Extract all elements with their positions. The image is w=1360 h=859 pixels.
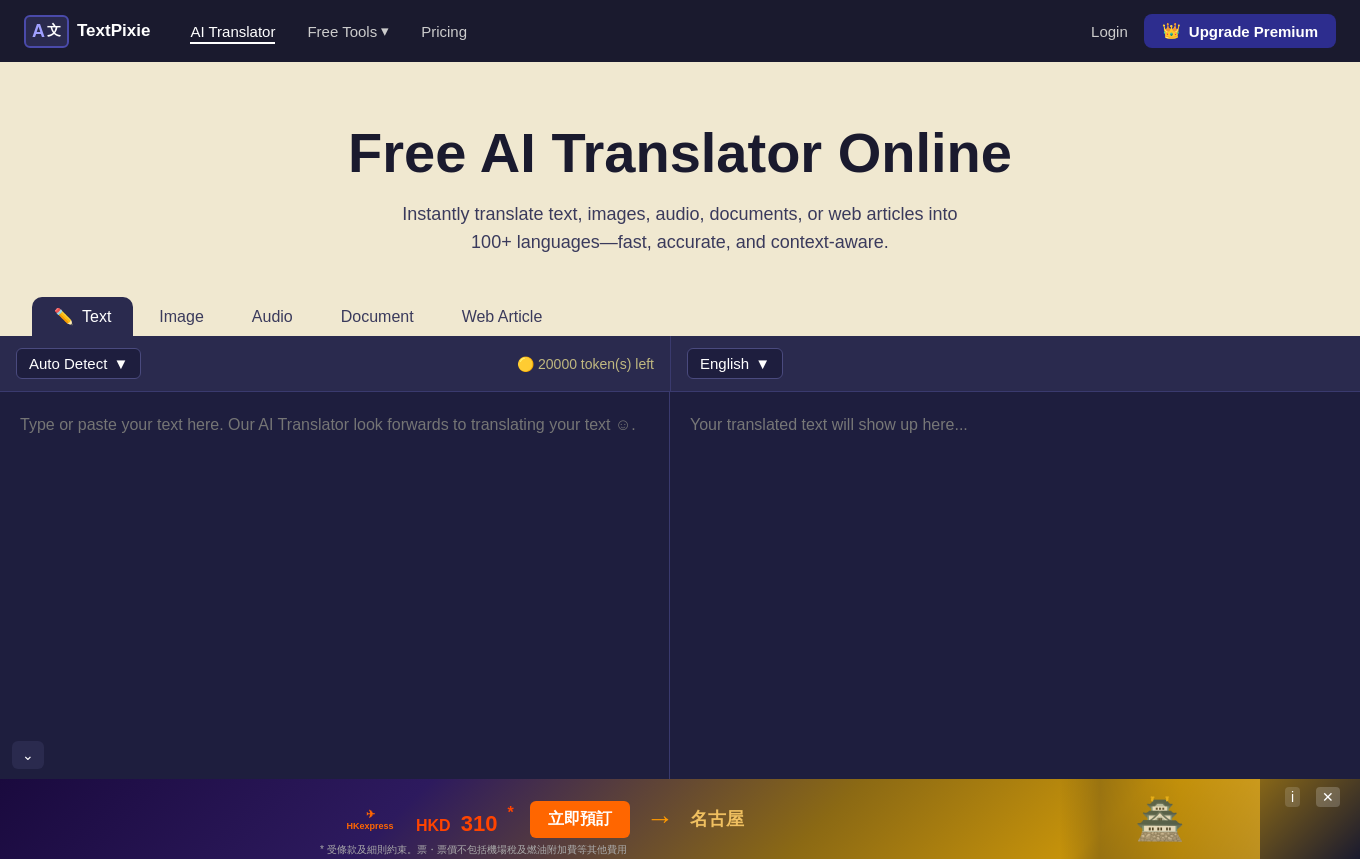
navbar: A 文 TextPixie AI Translator Free Tools ▾… (0, 0, 1360, 62)
ad-price-asterisk: * (507, 804, 513, 821)
tab-bar: ✏️ Text Image Audio Document Web Article (32, 297, 1328, 336)
translation-panels: Your translated text will show up here..… (0, 392, 1360, 796)
ad-banner: ✈ HKexpress HKD 310 * 立即預訂 → 名古屋 🏯 * 受條款… (0, 779, 1360, 859)
ad-price: HKD 310 * (416, 801, 514, 837)
login-link[interactable]: Login (1091, 23, 1128, 40)
source-text-input[interactable] (0, 392, 669, 796)
token-info: 🟡 20000 token(s) left (517, 356, 654, 372)
ad-price-value: 310 (461, 811, 498, 836)
target-lang-bar: English ▼ (670, 336, 1360, 392)
ad-content: ✈ HKexpress HKD 310 * 立即預訂 → 名古屋 (320, 801, 1040, 838)
nav-ai-translator[interactable]: AI Translator (190, 19, 275, 44)
tab-image[interactable]: Image (137, 297, 225, 336)
collapse-button[interactable]: ⌄ (12, 741, 44, 769)
ad-info-button[interactable]: i (1285, 787, 1300, 807)
crown-icon: 👑 (1162, 22, 1181, 40)
logo-brand: TextPixie (77, 21, 150, 41)
ad-destination: 名古屋 (690, 807, 744, 831)
ad-cta-button[interactable]: 立即預訂 (530, 801, 630, 838)
ad-hkd-label: HKD (416, 817, 451, 834)
ad-arrow-icon: → (646, 803, 674, 835)
dropdown-arrow-icon: ▾ (381, 22, 389, 40)
ad-logo: ✈ HKexpress (340, 808, 400, 831)
nav-right: Login 👑 Upgrade Premium (1091, 14, 1336, 48)
source-panel (0, 392, 670, 796)
translator-area: Auto Detect ▼ 🟡 20000 token(s) left Engl… (0, 336, 1360, 796)
dropdown-chevron-icon-target: ▼ (755, 355, 770, 372)
hero-section: Free AI Translator Online Instantly tran… (0, 62, 1360, 297)
tab-audio[interactable]: Audio (230, 297, 315, 336)
logo-a: A (32, 21, 45, 42)
target-placeholder-text: Your translated text will show up here..… (670, 392, 1360, 458)
translator-controls: Auto Detect ▼ 🟡 20000 token(s) left Engl… (0, 336, 1360, 392)
hero-title: Free AI Translator Online (20, 122, 1340, 184)
text-tab-icon: ✏️ (54, 307, 74, 326)
ad-logo-mark: ✈ (366, 808, 375, 821)
ad-castle-image: 🏯 (1060, 779, 1260, 859)
chevron-down-icon: ⌄ (22, 747, 34, 763)
nav-free-tools[interactable]: Free Tools ▾ (307, 18, 389, 44)
logo-box: A 文 (24, 15, 69, 48)
upgrade-premium-button[interactable]: 👑 Upgrade Premium (1144, 14, 1336, 48)
tab-web-article[interactable]: Web Article (440, 297, 565, 336)
tabs-wrapper: ✏️ Text Image Audio Document Web Article (0, 297, 1360, 336)
tab-document[interactable]: Document (319, 297, 436, 336)
source-lang-bar: Auto Detect ▼ 🟡 20000 token(s) left (0, 336, 670, 392)
source-language-dropdown[interactable]: Auto Detect ▼ (16, 348, 141, 379)
logo-cn: 文 (47, 22, 61, 40)
token-icon: 🟡 (517, 356, 534, 372)
tab-text[interactable]: ✏️ Text (32, 297, 133, 336)
target-language-dropdown[interactable]: English ▼ (687, 348, 783, 379)
nav-pricing[interactable]: Pricing (421, 19, 467, 44)
ad-close-button[interactable]: ✕ (1316, 787, 1340, 807)
ad-disclaimer-text: * 受條款及細則約束。票・票價不包括機場稅及燃油附加費等其他費用 (320, 843, 627, 857)
target-panel: Your translated text will show up here..… (670, 392, 1360, 796)
logo-link[interactable]: A 文 TextPixie (24, 15, 150, 48)
hero-subtitle: Instantly translate text, images, audio,… (20, 200, 1340, 258)
dropdown-chevron-icon: ▼ (113, 355, 128, 372)
